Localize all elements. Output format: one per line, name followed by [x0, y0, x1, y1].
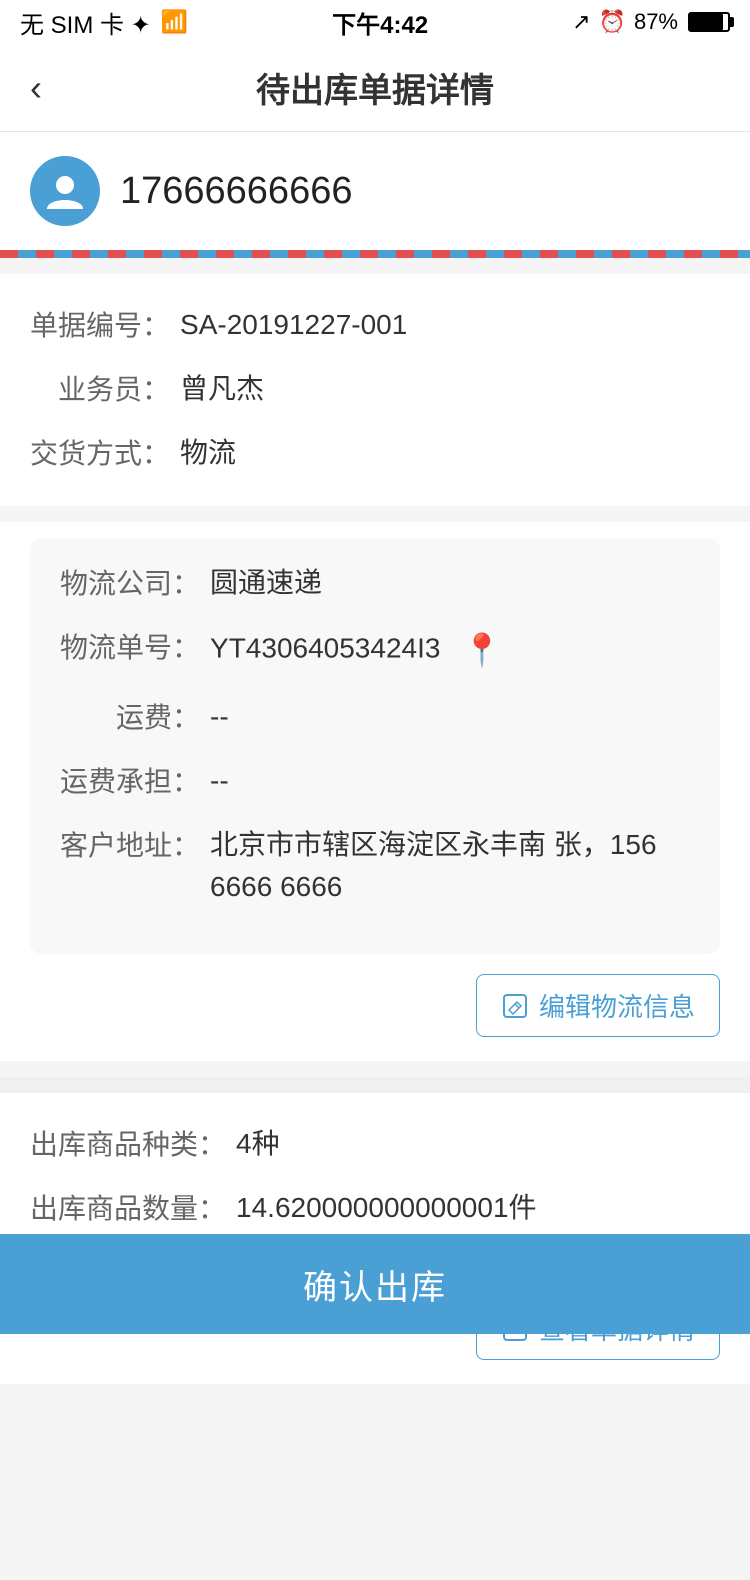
status-bar: 无 SIM 卡 ✦ 📶 下午4:42 ↗ ⏰ 87%: [0, 0, 750, 44]
salesman-row: 业务员： 曾凡杰: [30, 368, 720, 410]
tracking-value: YT43064053424I3 📍: [210, 626, 690, 674]
dashed-divider: [0, 250, 750, 258]
location-link-icon[interactable]: 📍: [462, 626, 502, 674]
alarm-icon: ⏰: [599, 9, 626, 35]
order-info-block: 单据编号： SA-20191227-001 业务员： 曾凡杰 交货方式： 物流: [0, 274, 750, 506]
freight-bearer-label: 运费承担：: [60, 760, 200, 800]
address-row: 客户地址： 北京市市辖区海淀区永丰南 张，156 6666 6666: [60, 824, 690, 908]
tracking-label: 物流单号：: [60, 626, 200, 666]
goods-types-row: 出库商品种类： 4种: [30, 1123, 720, 1165]
salesman-value: 曾凡杰: [180, 368, 720, 410]
battery-icon: [688, 12, 730, 32]
status-bar-right: ↗ ⏰ 87%: [572, 9, 730, 35]
address-value: 北京市市辖区海淀区永丰南 张，156 6666 6666: [210, 824, 690, 908]
location-icon: ↗: [572, 9, 590, 35]
status-bar-time: 下午4:42: [332, 5, 428, 40]
status-bar-left: 无 SIM 卡 ✦ 📶: [20, 5, 188, 40]
delivery-value: 物流: [180, 432, 720, 474]
goods-types-value: 4种: [236, 1123, 720, 1165]
avatar: [30, 156, 100, 226]
edit-icon: [501, 992, 529, 1020]
freight-bearer-row: 运费承担： --: [60, 760, 690, 802]
tracking-row: 物流单号： YT43064053424I3 📍: [60, 626, 690, 674]
customer-phone: 17666666666: [120, 170, 352, 213]
salesman-label: 业务员：: [30, 368, 170, 408]
order-no-value: SA-20191227-001: [180, 304, 720, 346]
battery-percent: 87%: [634, 9, 678, 35]
goods-types-label: 出库商品种类：: [30, 1123, 226, 1163]
back-button[interactable]: ‹: [30, 67, 42, 109]
delivery-row: 交货方式： 物流: [30, 432, 720, 474]
person-icon: [43, 169, 87, 213]
confirm-button-label: 确认出库: [303, 1260, 447, 1309]
freight-value: --: [210, 696, 690, 738]
customer-header: 17666666666: [0, 132, 750, 250]
nav-bar: ‹ 待出库单据详情: [0, 44, 750, 132]
company-label: 物流公司：: [60, 562, 200, 602]
edit-btn-row: 编辑物流信息: [0, 974, 750, 1061]
freight-bearer-value: --: [210, 760, 690, 802]
goods-quantity-value: 14.620000000000001件: [236, 1187, 720, 1229]
wifi-icon: 📶: [161, 9, 188, 35]
freight-label: 运费：: [60, 696, 200, 736]
sim-label: 无 SIM 卡 ✦: [20, 5, 151, 40]
company-value: 圆通速递: [210, 562, 690, 604]
delivery-label: 交货方式：: [30, 432, 170, 472]
goods-quantity-row: 出库商品数量： 14.620000000000001件: [30, 1187, 720, 1229]
section-separator: [0, 1077, 750, 1093]
order-no-row: 单据编号： SA-20191227-001: [30, 304, 720, 346]
address-label: 客户地址：: [60, 824, 200, 864]
order-no-label: 单据编号：: [30, 304, 170, 344]
edit-logistics-button[interactable]: 编辑物流信息: [476, 974, 720, 1037]
page-title: 待出库单据详情: [256, 63, 494, 112]
confirm-bar[interactable]: 确认出库: [0, 1234, 750, 1334]
logistics-card: 物流公司： 圆通速递 物流单号： YT43064053424I3 📍 运费： -…: [30, 538, 720, 954]
bottom-spacer: [0, 1400, 750, 1580]
company-row: 物流公司： 圆通速递: [60, 562, 690, 604]
goods-quantity-label: 出库商品数量：: [30, 1187, 226, 1227]
freight-row: 运费： --: [60, 696, 690, 738]
